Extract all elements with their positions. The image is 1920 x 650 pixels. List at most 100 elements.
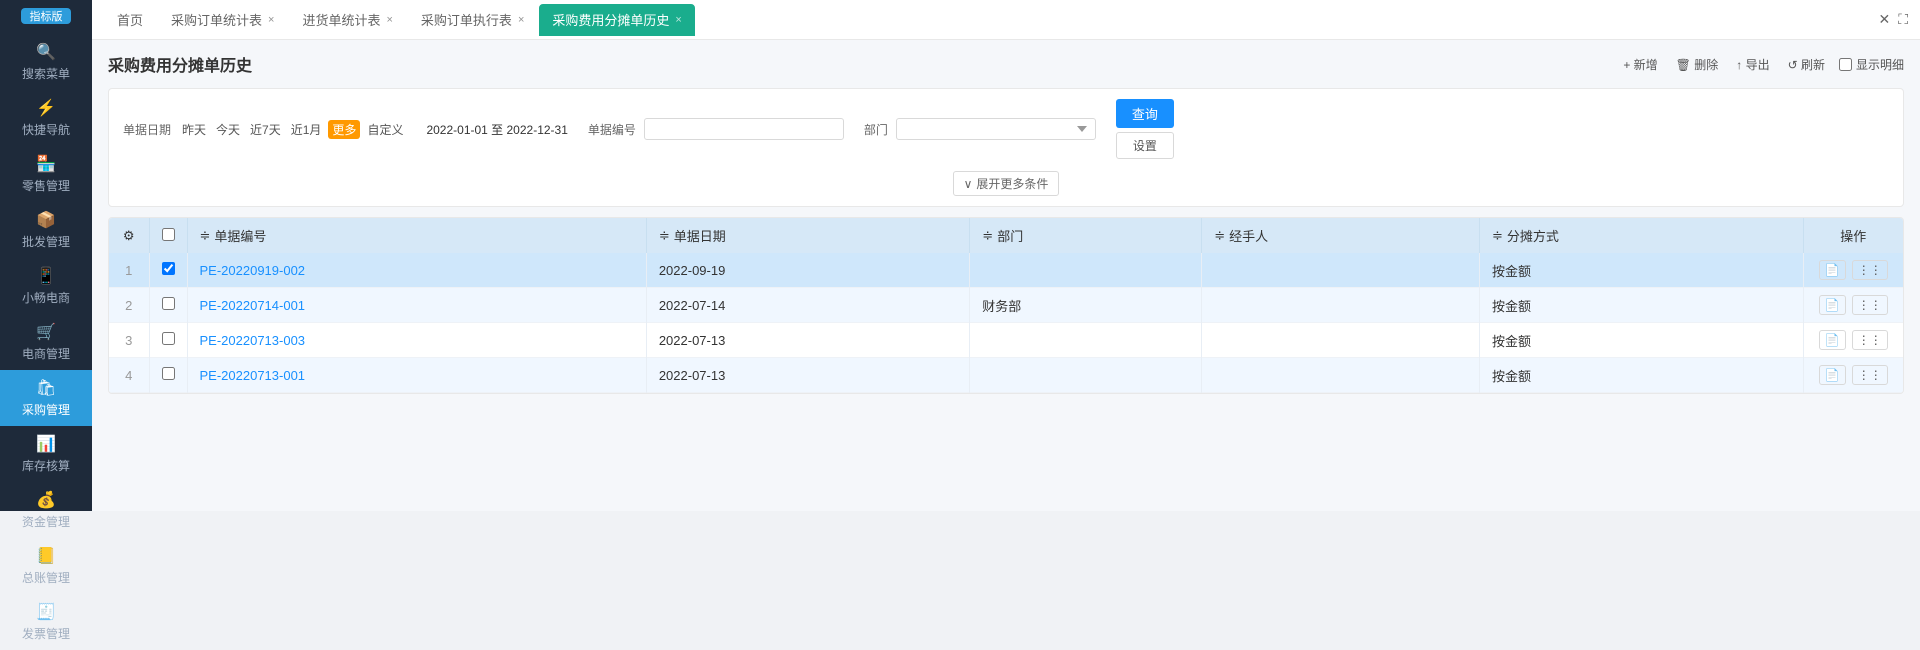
sidebar-icon-ledger: 📒 <box>36 546 56 566</box>
row-handler-3 <box>1202 358 1480 393</box>
tab-close-purchase-order-exec[interactable]: × <box>518 14 524 26</box>
sidebar-label-inventory: 库存核算 <box>22 457 70 474</box>
col-dept: ≑部门 <box>970 218 1202 253</box>
filter-settings-button[interactable]: 设置 <box>1116 132 1174 159</box>
table-row: 3 PE-20220713-003 2022-07-13 按金额 📄 ⋮⋮ <box>109 323 1903 358</box>
row-docno-link-0[interactable]: PE-20220919-002 <box>200 263 306 278</box>
page-header: 采购费用分摊单历史 + 新增 🗑 删除 ↑ 导出 ↺ 刷新 显示明细 <box>108 52 1904 76</box>
date-filter-group: 单据日期 昨天 今天 近7天 近1月 更多 自定义 <box>123 120 406 139</box>
sidebar-item-ecom[interactable]: 🛒电商管理 <box>0 314 92 370</box>
row-view-btn-1[interactable]: 📄 <box>1819 295 1846 315</box>
expand-filter-button[interactable]: ∨ 展开更多条件 <box>953 171 1060 196</box>
row-checkbox-cell-0 <box>149 253 187 288</box>
data-table: ⚙ ≑单据编号 ≑单据日期 ≑部门 <box>109 218 1903 393</box>
sidebar-item-ledger[interactable]: 📒 总账管理 <box>0 538 92 594</box>
date-filter-label: 单据日期 <box>123 121 171 138</box>
sidebar-item-inventory[interactable]: 📊库存核算 <box>0 426 92 482</box>
custom-shortcut[interactable]: 自定义 <box>364 120 406 139</box>
sidebar-icon-purchase: 🛍 <box>36 378 56 398</box>
row-view-btn-3[interactable]: 📄 <box>1819 365 1846 385</box>
export-button[interactable]: ↑ 导出 <box>1732 54 1773 75</box>
row-docno-1: PE-20220714-001 <box>187 288 646 323</box>
date-shortcuts: 昨天 今天 近7天 近1月 更多 自定义 <box>179 120 406 139</box>
more-shortcut[interactable]: 更多 <box>328 120 360 139</box>
row-splitmethod-0: 按金额 <box>1479 253 1803 288</box>
date-range-display: 2022-01-01 至 2022-12-31 <box>426 121 567 138</box>
row-docdate-2: 2022-07-13 <box>646 323 969 358</box>
table-row: 1 PE-20220919-002 2022-09-19 按金额 📄 ⋮⋮ <box>109 253 1903 288</box>
show-columns-checkbox-label[interactable]: 显示明细 <box>1839 56 1904 73</box>
sidebar-icon-retail: 🏪 <box>36 154 56 174</box>
sidebar-item-purchase[interactable]: 🛍 采购管理 <box>0 370 92 426</box>
row-checkbox-3[interactable] <box>162 367 175 380</box>
tab-purchase-cost-history[interactable]: 采购费用分摊单历史 × <box>539 4 694 36</box>
sidebar-icon-ecom: 🛒 <box>36 322 56 342</box>
tab-home[interactable]: 首页 <box>104 4 156 36</box>
col-settings[interactable]: ⚙ <box>109 218 149 253</box>
tab-purchase-order-stats[interactable]: 采购订单统计表× <box>158 4 287 36</box>
row-docno-link-1[interactable]: PE-20220714-001 <box>200 298 306 313</box>
sidebar-icon-wholesale: 📦 <box>36 210 56 230</box>
row-handler-0 <box>1202 253 1480 288</box>
sidebar-label-finance: 资金管理 <box>22 513 70 530</box>
expand-icon: ∨ <box>964 177 973 191</box>
sidebar-item-finance[interactable]: 💰资金管理 <box>0 482 92 538</box>
tab-purchase-order-exec[interactable]: 采购订单执行表 × <box>408 4 537 36</box>
tab-label-inbound-stats: 进货单统计表 <box>302 10 380 29</box>
tab-inbound-stats[interactable]: 进货单统计表 × <box>289 4 405 36</box>
filter-buttons: 查询 设置 <box>1116 99 1174 159</box>
row-view-btn-2[interactable]: 📄 <box>1819 330 1846 350</box>
last7days-shortcut[interactable]: 近7天 <box>247 120 284 139</box>
row-actions-1: 📄 ⋮⋮ <box>1803 288 1903 323</box>
select-all-checkbox[interactable] <box>162 228 175 241</box>
sidebar-icon-invoice: 🧾 <box>36 602 56 622</box>
row-more-btn-1[interactable]: ⋮⋮ <box>1852 295 1888 315</box>
sidebar-label-purchase: 采购管理 <box>22 401 70 418</box>
col-doc-no: ≑单据编号 <box>187 218 646 253</box>
sidebar-item-search[interactable]: 🔍搜索菜单 <box>0 34 92 90</box>
row-docno-link-3[interactable]: PE-20220713-001 <box>200 368 306 383</box>
sidebar-logo: 指标版 <box>21 8 71 24</box>
delete-button[interactable]: 🗑 删除 <box>1672 54 1723 75</box>
maximize-window-button[interactable]: ⛶ <box>1898 11 1908 28</box>
row-view-btn-0[interactable]: 📄 <box>1819 260 1846 280</box>
row-more-btn-2[interactable]: ⋮⋮ <box>1852 330 1888 350</box>
sidebar-item-invoice[interactable]: 🧾发票管理 <box>0 594 92 650</box>
yesterday-shortcut[interactable]: 昨天 <box>179 120 209 139</box>
refresh-button[interactable]: ↺ 刷新 <box>1784 54 1829 75</box>
dept-filter-select[interactable]: 财务部 <box>896 118 1096 140</box>
tab-close-inbound-stats[interactable]: × <box>386 14 392 26</box>
main-content: 首页采购订单统计表×进货单统计表×采购订单执行表×采购费用分摊单历史× ✕ ⛶ … <box>92 0 1920 511</box>
tab-label-purchase-order-exec: 采购订单执行表 <box>421 10 512 29</box>
tab-close-purchase-order-stats[interactable]: × <box>268 14 274 26</box>
page-title: 采购费用分摊单历史 <box>108 52 252 76</box>
row-checkbox-1[interactable] <box>162 297 175 310</box>
row-num-3: 4 <box>109 358 149 393</box>
row-checkbox-0[interactable] <box>162 262 175 275</box>
row-more-btn-3[interactable]: ⋮⋮ <box>1852 365 1888 385</box>
sidebar-item-retail[interactable]: 🏪零售管理 <box>0 146 92 202</box>
row-dept-0 <box>970 253 1202 288</box>
tab-label-purchase-cost-history: 采购费用分摊单历史 <box>552 10 669 29</box>
close-window-button[interactable]: ✕ <box>1878 11 1890 28</box>
sidebar-item-miniapp[interactable]: 📱小畅电商 <box>0 258 92 314</box>
query-button[interactable]: 查询 <box>1116 99 1174 128</box>
sidebar-label-ledger: 总账管理 <box>22 569 70 586</box>
docno-filter-label: 单据编号 <box>588 121 636 138</box>
last1month-shortcut[interactable]: 近1月 <box>288 120 325 139</box>
docno-filter-input[interactable] <box>644 118 844 140</box>
add-button[interactable]: + 新增 <box>1619 54 1661 75</box>
tab-close-purchase-cost-history[interactable]: × <box>675 14 681 26</box>
row-checkbox-2[interactable] <box>162 332 175 345</box>
sidebar-item-quicknav[interactable]: ⚡快捷导航 <box>0 90 92 146</box>
row-docno-link-2[interactable]: PE-20220713-003 <box>200 333 306 348</box>
col-checkbox <box>149 218 187 253</box>
row-more-btn-0[interactable]: ⋮⋮ <box>1852 260 1888 280</box>
today-shortcut[interactable]: 今天 <box>213 120 243 139</box>
row-checkbox-cell-1 <box>149 288 187 323</box>
docno-filter-group: 单据编号 <box>588 118 844 140</box>
show-columns-checkbox[interactable] <box>1839 58 1852 71</box>
page-content: 采购费用分摊单历史 + 新增 🗑 删除 ↑ 导出 ↺ 刷新 显示明细 单据日期 <box>92 40 1920 511</box>
sidebar-item-wholesale[interactable]: 📦批发管理 <box>0 202 92 258</box>
row-docno-3: PE-20220713-001 <box>187 358 646 393</box>
